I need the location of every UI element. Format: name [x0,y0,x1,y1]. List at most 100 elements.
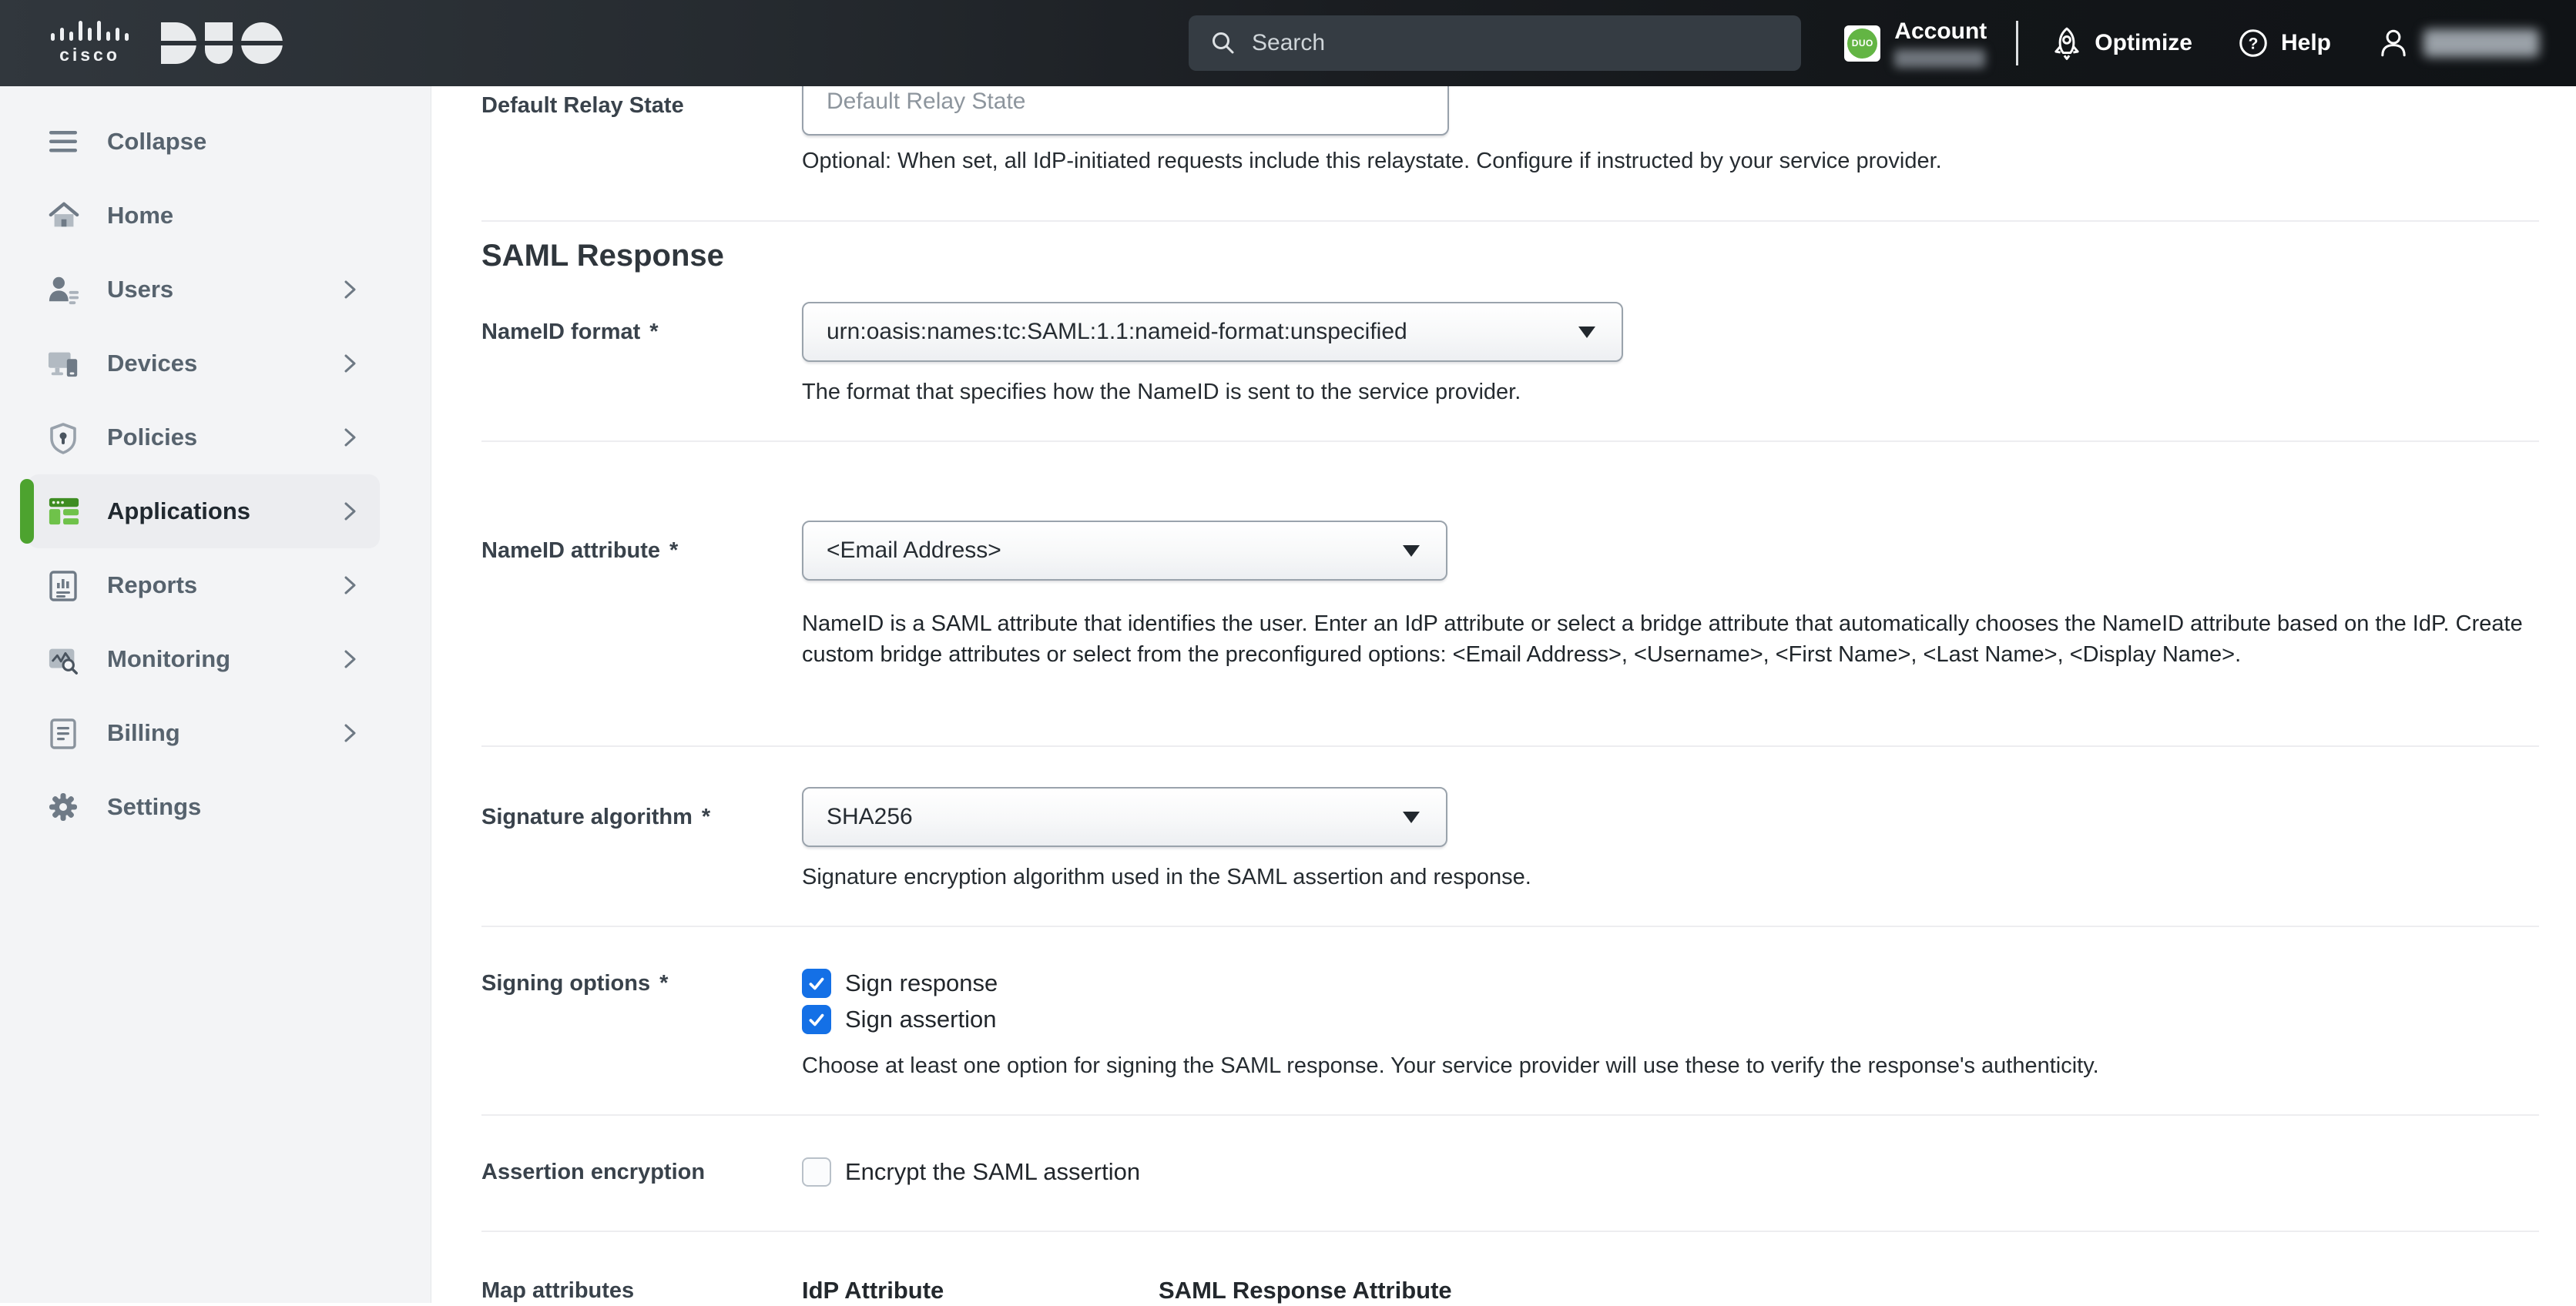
section-divider [481,1231,2539,1232]
sidebar-item-home[interactable]: Home [28,179,380,253]
sidebar-item-reports[interactable]: Reports [28,548,380,622]
check-icon [807,973,827,993]
main-content: Default Relay State Optional: When set, … [432,86,2576,1303]
brand: cisco [0,21,431,65]
account-badge[interactable]: DUO [1844,25,1880,62]
sidebar-item-label: Home [107,202,358,229]
field-nameid-attribute: NameID attribute* <Email Address> NameID… [481,521,2539,670]
sidebar-item-label: Devices [107,350,313,377]
sidebar-item-label: Monitoring [107,645,313,673]
signature-algorithm-select[interactable]: SHA256 [802,787,1447,847]
encrypt-assertion-checkbox[interactable] [802,1157,831,1187]
sidebar-item-billing[interactable]: Billing [28,696,380,770]
sidebar-item-label: Users [107,276,313,303]
sidebar-item-settings[interactable]: Settings [28,770,380,844]
encrypt-assertion-option: Encrypt the SAML assertion [802,1157,2539,1187]
account-name-redacted [1894,49,1985,68]
help-link[interactable]: ? Help [2237,27,2331,59]
chevron-right-icon [341,575,358,595]
field-assertion-encryption: Assertion encryption Encrypt the SAML as… [481,1157,2539,1187]
topbar-divider [2016,21,2018,65]
search-input[interactable] [1252,30,1781,56]
nameid-format-help-text: The format that specifies how the NameID… [802,379,2539,405]
sign-response-checkbox[interactable] [802,969,831,998]
search-box[interactable] [1189,15,1801,71]
field-label: NameID attribute* [481,521,802,581]
section-divider [481,220,2539,222]
user-menu[interactable] [2377,27,2539,59]
field-label: Signing options* [481,969,802,998]
sidebar-item-policies[interactable]: Policies [28,400,380,474]
field-label: Signature algorithm* [481,787,802,847]
signing-options-help-text: Choose at least one option for signing t… [802,1053,2539,1079]
caret-down-icon [1403,545,1420,557]
nameid-attribute-help-text: NameID is a SAML attribute that identifi… [802,608,2535,670]
applications-icon [48,496,79,527]
duo-badge-icon: DUO [1847,28,1877,59]
field-signing-options: Signing options* Sign response Sign asse… [481,969,2539,1079]
nameid-format-select[interactable]: urn:oasis:names:tc:SAML:1.1:nameid-forma… [802,302,1623,362]
sidebar-item-label: Billing [107,719,313,747]
home-icon [48,200,79,231]
topbar-right: DUO Account Optimize ? Help [1844,0,2539,86]
user-icon [2377,27,2410,59]
field-signature-algorithm: Signature algorithm* SHA256 Signature en… [481,787,2539,890]
nameid-attribute-select[interactable]: <Email Address> [802,521,1447,581]
sidebar-item-monitoring[interactable]: Monitoring [28,622,380,696]
user-list-icon [48,274,79,305]
field-label: NameID format* [481,302,802,362]
sidebar-item-label: Collapse [107,128,358,156]
sign-response-option: Sign response [802,969,2539,998]
saml-response-attribute-column-header: SAML Response Attribute [1159,1275,2539,1306]
devices-icon [48,348,79,379]
section-title: SAML Response [481,239,2539,273]
select-value: <Email Address> [827,537,1001,564]
sidebar-item-collapse[interactable]: Collapse [28,105,380,179]
menu-icon [48,126,79,157]
help-icon: ? [2237,27,2269,59]
sidebar-item-label: Applications [107,497,313,525]
section-divider [481,440,2539,442]
rocket-icon [2051,26,2083,60]
idp-attribute-column-header: IdP Attribute [802,1275,1159,1306]
cisco-bars-icon [51,21,129,41]
sidebar-item-applications[interactable]: Applications [28,474,380,548]
sign-assertion-option: Sign assertion [802,1005,2539,1034]
field-label: Map attributes [481,1275,802,1306]
cisco-logo-icon: cisco [51,21,129,65]
sidebar-item-label: Settings [107,793,358,821]
topbar: cisco DUO Account Opti [0,0,2576,86]
sidebar: Collapse Home Users [0,86,431,1303]
optimize-link[interactable]: Optimize [2051,26,2192,60]
checkbox-label: Sign response [845,969,998,997]
help-label: Help [2281,30,2331,56]
cisco-wordmark: cisco [59,45,120,65]
chevron-right-icon [341,427,358,447]
sidebar-item-label: Reports [107,571,313,599]
sidebar-item-label: Policies [107,424,313,451]
chevron-right-icon [341,501,358,521]
relay-help-text: Optional: When set, all IdP-initiated re… [802,148,2539,174]
checkbox-label: Sign assertion [845,1006,996,1033]
check-icon [807,1010,827,1030]
billing-icon [48,718,79,748]
shield-icon [48,422,79,453]
gear-icon [48,792,79,822]
username-redacted [2423,29,2539,57]
sign-assertion-checkbox[interactable] [802,1005,831,1034]
field-nameid-format: NameID format* urn:oasis:names:tc:SAML:1… [481,302,2539,405]
chevron-right-icon [341,280,358,300]
sidebar-item-devices[interactable]: Devices [28,326,380,400]
sidebar-item-users[interactable]: Users [28,253,380,326]
caret-down-icon [1403,812,1420,823]
report-icon [48,570,79,601]
chevron-right-icon [341,723,358,743]
select-value: urn:oasis:names:tc:SAML:1.1:nameid-forma… [827,319,1407,345]
select-value: SHA256 [827,804,913,830]
account-block[interactable]: Account [1894,19,1987,68]
signature-algorithm-help-text: Signature encryption algorithm used in t… [802,864,2539,890]
duo-logo-icon [161,22,283,64]
chevron-right-icon [341,649,358,669]
field-label: Assertion encryption [481,1157,802,1187]
optimize-label: Optimize [2095,30,2192,56]
